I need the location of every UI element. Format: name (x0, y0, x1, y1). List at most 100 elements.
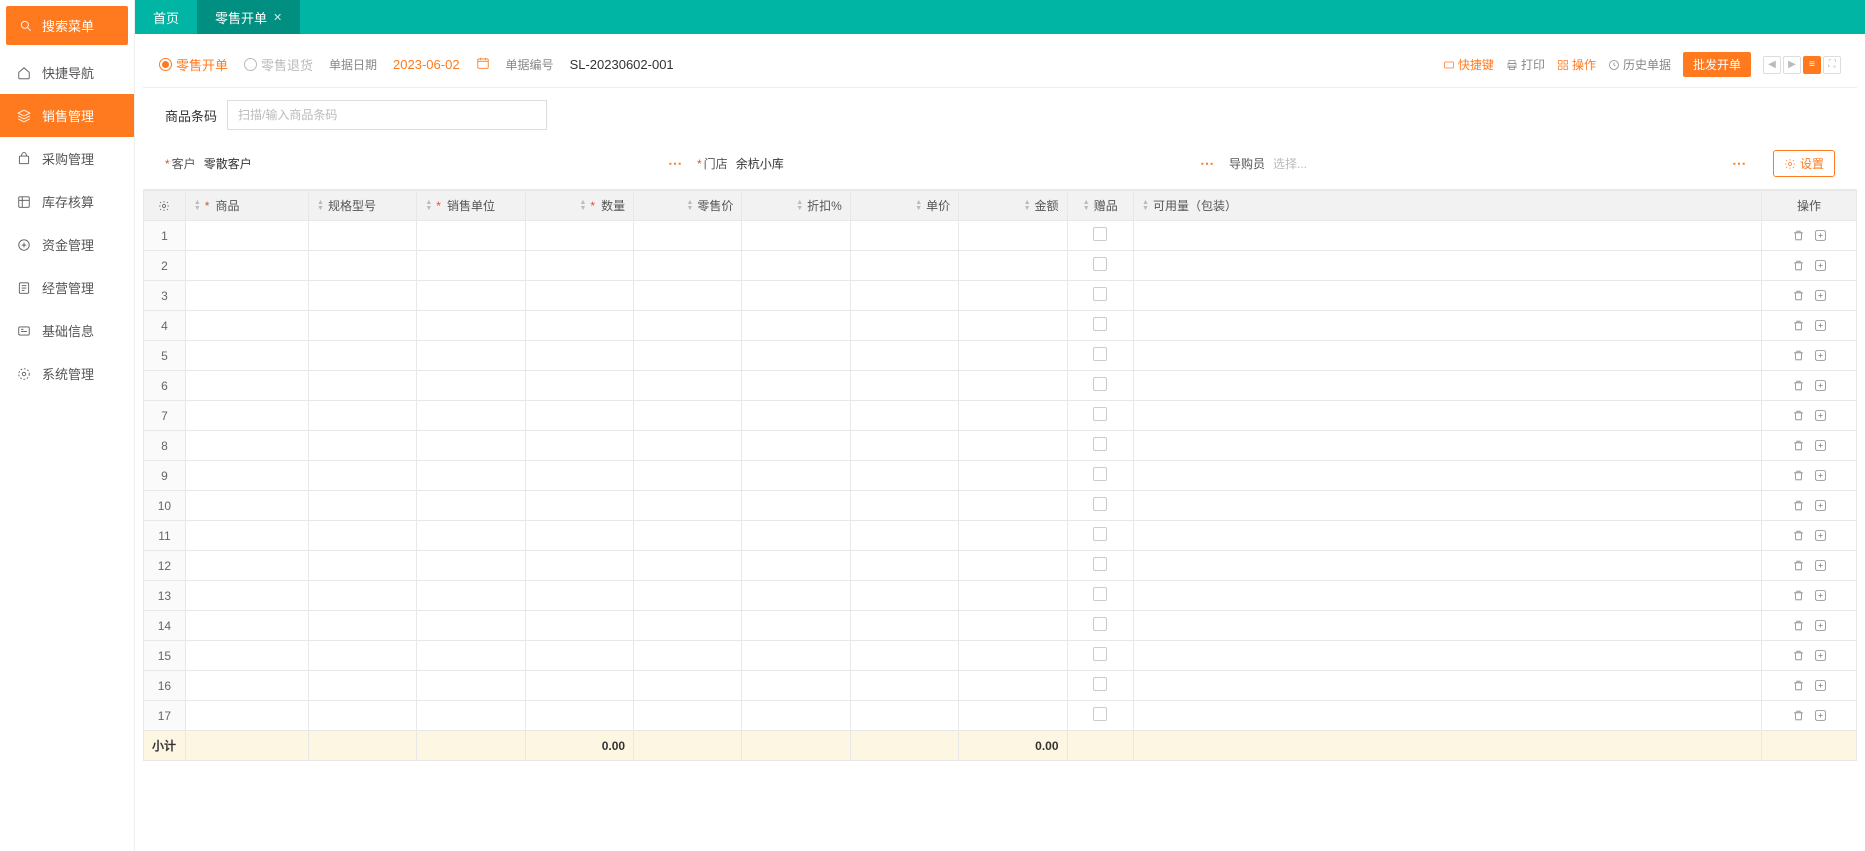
cell-qty[interactable] (525, 491, 633, 521)
cell-spec[interactable] (309, 221, 417, 251)
cell-unit-price[interactable] (850, 311, 958, 341)
cell-product[interactable] (185, 581, 308, 611)
cell-product[interactable] (185, 431, 308, 461)
cell-unit[interactable] (417, 491, 525, 521)
cell-unit[interactable] (417, 251, 525, 281)
add-row-button[interactable] (1813, 709, 1827, 723)
delete-row-button[interactable] (1791, 499, 1805, 513)
table-row[interactable]: 6 (144, 371, 1857, 401)
cell-retail-price[interactable] (634, 281, 742, 311)
cell-unit[interactable] (417, 221, 525, 251)
cell-unit-price[interactable] (850, 671, 958, 701)
table-row[interactable]: 16 (144, 671, 1857, 701)
table-row[interactable]: 8 (144, 431, 1857, 461)
add-row-button[interactable] (1813, 259, 1827, 273)
cell-gift[interactable] (1067, 341, 1134, 371)
tab-零售开单[interactable]: 零售开单✕ (197, 0, 300, 34)
col-spec[interactable]: ▲▼规格型号 (309, 191, 417, 221)
cell-spec[interactable] (309, 521, 417, 551)
cell-qty[interactable] (525, 641, 633, 671)
add-row-button[interactable] (1813, 409, 1827, 423)
cell-retail-price[interactable] (634, 341, 742, 371)
cell-spec[interactable] (309, 371, 417, 401)
table-row[interactable]: 9 (144, 461, 1857, 491)
cell-product[interactable] (185, 341, 308, 371)
add-row-button[interactable] (1813, 229, 1827, 243)
cell-qty[interactable] (525, 701, 633, 731)
cell-qty[interactable] (525, 221, 633, 251)
add-row-button[interactable] (1813, 349, 1827, 363)
checkbox-icon[interactable] (1093, 227, 1107, 241)
cell-spec[interactable] (309, 401, 417, 431)
delete-row-button[interactable] (1791, 229, 1805, 243)
guide-select[interactable]: 选择... ⋯ (1273, 155, 1753, 173)
cell-qty[interactable] (525, 341, 633, 371)
cell-unit-price[interactable] (850, 521, 958, 551)
cell-discount[interactable] (742, 251, 850, 281)
cell-amount[interactable] (959, 251, 1067, 281)
checkbox-icon[interactable] (1093, 407, 1107, 421)
cell-retail-price[interactable] (634, 221, 742, 251)
col-gift[interactable]: ▲▼赠品 (1067, 191, 1134, 221)
cell-product[interactable] (185, 251, 308, 281)
cell-discount[interactable] (742, 641, 850, 671)
cell-unit[interactable] (417, 431, 525, 461)
table-row[interactable]: 2 (144, 251, 1857, 281)
close-icon[interactable]: ✕ (273, 11, 282, 24)
batch-order-button[interactable]: 批发开单 (1683, 52, 1751, 77)
cell-unit[interactable] (417, 701, 525, 731)
cell-unit[interactable] (417, 581, 525, 611)
col-product[interactable]: ▲▼*商品 (185, 191, 308, 221)
cell-unit-price[interactable] (850, 641, 958, 671)
delete-row-button[interactable] (1791, 559, 1805, 573)
checkbox-icon[interactable] (1093, 467, 1107, 481)
checkbox-icon[interactable] (1093, 527, 1107, 541)
cell-qty[interactable] (525, 551, 633, 581)
cell-spec[interactable] (309, 581, 417, 611)
cell-gift[interactable] (1067, 551, 1134, 581)
tab-首页[interactable]: 首页 (135, 0, 197, 34)
cell-unit-price[interactable] (850, 221, 958, 251)
cell-retail-price[interactable] (634, 551, 742, 581)
table-row[interactable]: 12 (144, 551, 1857, 581)
table-row[interactable]: 7 (144, 401, 1857, 431)
cell-discount[interactable] (742, 671, 850, 701)
cell-gift[interactable] (1067, 311, 1134, 341)
delete-row-button[interactable] (1791, 259, 1805, 273)
cell-product[interactable] (185, 701, 308, 731)
cell-unit-price[interactable] (850, 401, 958, 431)
print-link[interactable]: 打印 (1506, 56, 1545, 73)
cell-unit[interactable] (417, 641, 525, 671)
table-row[interactable]: 15 (144, 641, 1857, 671)
cell-retail-price[interactable] (634, 491, 742, 521)
col-discount[interactable]: ▲▼折扣% (742, 191, 850, 221)
cell-qty[interactable] (525, 281, 633, 311)
next-order-button[interactable]: ▶ (1783, 56, 1801, 74)
cell-gift[interactable] (1067, 371, 1134, 401)
cell-discount[interactable] (742, 371, 850, 401)
cell-retail-price[interactable] (634, 461, 742, 491)
cell-spec[interactable] (309, 341, 417, 371)
cell-gift[interactable] (1067, 401, 1134, 431)
cell-spec[interactable] (309, 431, 417, 461)
cell-amount[interactable] (959, 461, 1067, 491)
col-gear[interactable] (144, 191, 186, 221)
cell-gift[interactable] (1067, 581, 1134, 611)
table-row[interactable]: 11 (144, 521, 1857, 551)
cell-qty[interactable] (525, 251, 633, 281)
cell-product[interactable] (185, 641, 308, 671)
cell-retail-price[interactable] (634, 641, 742, 671)
cell-retail-price[interactable] (634, 371, 742, 401)
cell-qty[interactable] (525, 611, 633, 641)
add-row-button[interactable] (1813, 469, 1827, 483)
delete-row-button[interactable] (1791, 529, 1805, 543)
cell-retail-price[interactable] (634, 251, 742, 281)
cell-unit[interactable] (417, 611, 525, 641)
cell-qty[interactable] (525, 581, 633, 611)
cell-spec[interactable] (309, 251, 417, 281)
cell-gift[interactable] (1067, 221, 1134, 251)
table-row[interactable]: 1 (144, 221, 1857, 251)
table-row[interactable]: 17 (144, 701, 1857, 731)
delete-row-button[interactable] (1791, 679, 1805, 693)
delete-row-button[interactable] (1791, 289, 1805, 303)
